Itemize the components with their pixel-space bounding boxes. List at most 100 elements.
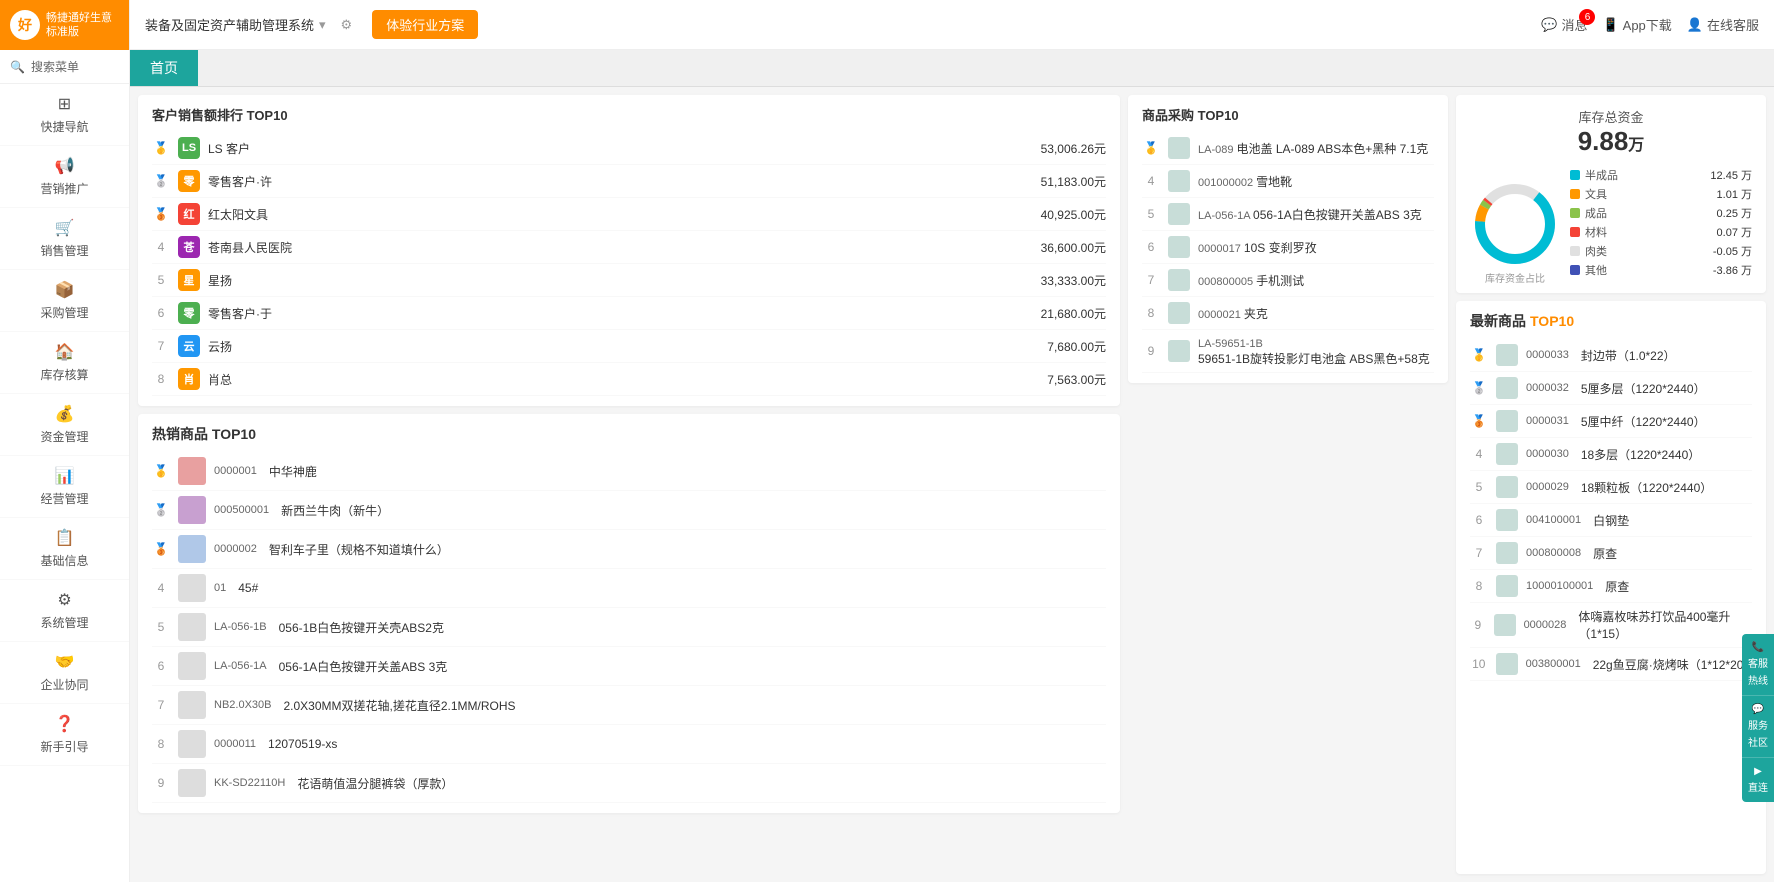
hot-item-6: 6 LA-056-1A 056-1A白色按键开关盖ABS 3克	[152, 647, 1106, 686]
operations-icon: 📊	[55, 466, 75, 486]
sidebar-item-enterprise[interactable]: 🤝 企业协同	[0, 642, 129, 704]
sidebar-logo: 好 畅捷通好生意 标准版	[0, 0, 129, 50]
settings-icon[interactable]: ⚙	[341, 17, 353, 33]
inventory-legend: 半成品 12.45 万 文具 1.01 万	[1570, 167, 1752, 281]
hot-product-img	[178, 769, 206, 797]
rank-badge: LS	[178, 137, 200, 159]
sidebar-item-basic[interactable]: 📋 基础信息	[0, 518, 129, 580]
sidebar-item-label: 基础信息	[40, 552, 88, 569]
topbar: 装备及固定资产辅助管理系统 ▾ ⚙ 体验行业方案 💬 消息 6 📱 App下载 …	[130, 0, 1774, 50]
sidebar-item-sales[interactable]: 🛒 销售管理	[0, 208, 129, 270]
float-customer-service[interactable]: 📞 客服 热线	[1742, 634, 1774, 696]
rank-item-4: 4 苍 苍南县人民医院 36,600.00元	[152, 231, 1106, 264]
messages-badge: 6	[1579, 9, 1595, 25]
content-wrap: 首页 客户销售额排行 TOP10 🥇 LS LS 客户 53,006.26元	[130, 50, 1774, 882]
legend-dot	[1570, 189, 1580, 199]
legend-dot	[1570, 265, 1580, 275]
sidebar-item-operations[interactable]: 📊 经营管理	[0, 456, 129, 518]
float-service: 📞 客服 热线 💬 服务 社区 ▶ 直连	[1742, 634, 1774, 802]
hot-product-img	[178, 496, 206, 524]
newest-product-img	[1496, 344, 1518, 366]
sidebar-item-label: 系统管理	[40, 614, 88, 631]
basic-icon: 📋	[55, 528, 75, 548]
rank-item-1: 🥇 LS LS 客户 53,006.26元	[152, 132, 1106, 165]
sales-ranking-list: 🥇 LS LS 客户 53,006.26元 🥈 零 零售客户·许 51,183.…	[152, 132, 1106, 396]
tp-product-img	[1168, 269, 1190, 291]
sidebar-item-system[interactable]: ⚙ 系统管理	[0, 580, 129, 642]
messages-button[interactable]: 💬 消息 6	[1541, 15, 1587, 34]
float-direct[interactable]: ▶ 直连	[1742, 758, 1774, 802]
rank-badge: 零	[178, 302, 200, 324]
sidebar-item-label: 新手引导	[40, 738, 88, 755]
sidebar-item-finance[interactable]: 💰 资金管理	[0, 394, 129, 456]
phone-icon: 📱	[1602, 17, 1618, 33]
rank-item-7: 7 云 云扬 7,680.00元	[152, 330, 1106, 363]
logo-icon: 好	[10, 10, 40, 40]
sidebar-item-purchase[interactable]: 📦 采购管理	[0, 270, 129, 332]
sidebar-item-marketing[interactable]: 📢 营销推广	[0, 146, 129, 208]
sidebar-item-guide[interactable]: ❓ 新手引导	[0, 704, 129, 766]
inventory-chart-area: 库存资金占比 半成品 12.45 万 文具	[1470, 167, 1752, 281]
newest-item-6: 6 004100001 白钢垫	[1470, 504, 1752, 537]
left-column: 客户销售额排行 TOP10 🥇 LS LS 客户 53,006.26元 🥈 零	[138, 95, 1120, 874]
middle-column: 商品采购 TOP10 🥇 LA-089 电池盖 LA-089 ABS本色+黑种 …	[1128, 95, 1448, 874]
online-service-button[interactable]: 👤 在线客服	[1687, 15, 1759, 34]
rank-badge: 云	[178, 335, 200, 357]
tp-item-2: 4 001000002 雪地靴	[1142, 165, 1434, 198]
hot-item-8: 8 0000011 12070519-xs	[152, 725, 1106, 764]
search-icon: 🔍	[10, 60, 25, 74]
legend-dot	[1570, 246, 1580, 256]
system-icon: ⚙	[57, 590, 71, 610]
float-service-community[interactable]: 💬 服务 社区	[1742, 696, 1774, 758]
newest-product-img	[1496, 476, 1518, 498]
donut-chart: 库存资金占比	[1470, 179, 1560, 269]
app-download-button[interactable]: 📱 App下载	[1602, 15, 1671, 34]
rank-item-6: 6 零 零售客户·于 21,680.00元	[152, 297, 1106, 330]
inventory-total-value: 9.88万	[1470, 126, 1752, 157]
newest-item-9: 9 0000028 体嗨嘉枚味苏打饮品400毫升（1*15）	[1470, 603, 1752, 648]
sidebar-search[interactable]: 🔍 搜索菜单	[0, 50, 129, 84]
hot-product-img	[178, 691, 206, 719]
rank-item-5: 5 星 星扬 33,333.00元	[152, 264, 1106, 297]
breadcrumb-bar: 首页	[130, 50, 1774, 87]
hot-product-img	[178, 535, 206, 563]
newest-item-4: 4 0000030 18多层（1220*2440）	[1470, 438, 1752, 471]
hot-product-img	[178, 574, 206, 602]
newest-product-img	[1496, 509, 1518, 531]
service-hotline-icon: 📞	[1752, 642, 1764, 653]
enterprise-icon: 🤝	[55, 652, 75, 672]
newest-item-3: 🥉 0000031 5厘中纤（1220*2440）	[1470, 405, 1752, 438]
sidebar-item-quick-nav[interactable]: ⊞ 快捷导航	[0, 84, 129, 146]
legend-item-1: 半成品 12.45 万	[1570, 167, 1752, 183]
topbar-right: 💬 消息 6 📱 App下载 👤 在线客服	[1541, 15, 1759, 34]
top-purchased-title: 商品采购 TOP10	[1142, 105, 1434, 124]
hot-item-9: 9 KK-SD22110H 花语萌值温分腿裤袋（厚款）	[152, 764, 1106, 803]
newest-item-5: 5 0000029 18颗粒板（1220*2440）	[1470, 471, 1752, 504]
hot-product-img	[178, 652, 206, 680]
sidebar-item-label: 销售管理	[40, 242, 88, 259]
search-label: 搜索菜单	[31, 58, 79, 75]
sidebar-item-label: 经营管理	[40, 490, 88, 507]
tp-product-img	[1168, 236, 1190, 258]
legend-item-2: 文具 1.01 万	[1570, 186, 1752, 202]
legend-item-3: 成品 0.25 万	[1570, 205, 1752, 221]
tp-product-img	[1168, 170, 1190, 192]
sidebar-item-inventory[interactable]: 🏠 库存核算	[0, 332, 129, 394]
legend-dot	[1570, 227, 1580, 237]
sales-ranking-card: 客户销售额排行 TOP10 🥇 LS LS 客户 53,006.26元 🥈 零	[138, 95, 1120, 406]
rank-badge: 星	[178, 269, 200, 291]
hot-product-img	[178, 613, 206, 641]
newest-item-10: 10 003800001 22g鱼豆腐·烧烤味（1*12*20）	[1470, 648, 1752, 681]
hot-item-1: 🥇 0000001 中华神鹿	[152, 452, 1106, 491]
sidebar: 好 畅捷通好生意 标准版 🔍 搜索菜单 ⊞ 快捷导航 📢 营销推广 🛒 销售管理…	[0, 0, 130, 882]
sidebar-item-label: 库存核算	[40, 366, 88, 383]
home-tab[interactable]: 首页	[130, 50, 198, 86]
newest-product-img	[1496, 575, 1518, 597]
sales-ranking-title: 客户销售额排行 TOP10	[152, 105, 1106, 124]
experience-btn[interactable]: 体验行业方案	[372, 10, 478, 39]
logo-text: 畅捷通好生意 标准版	[46, 11, 112, 40]
newest-item-2: 🥈 0000032 5厘多层（1220*2440）	[1470, 372, 1752, 405]
sidebar-item-label: 采购管理	[40, 304, 88, 321]
page-content: 首页 客户销售额排行 TOP10 🥇 LS LS 客户 53,006.26元	[130, 50, 1774, 882]
newest-product-img	[1496, 653, 1518, 675]
